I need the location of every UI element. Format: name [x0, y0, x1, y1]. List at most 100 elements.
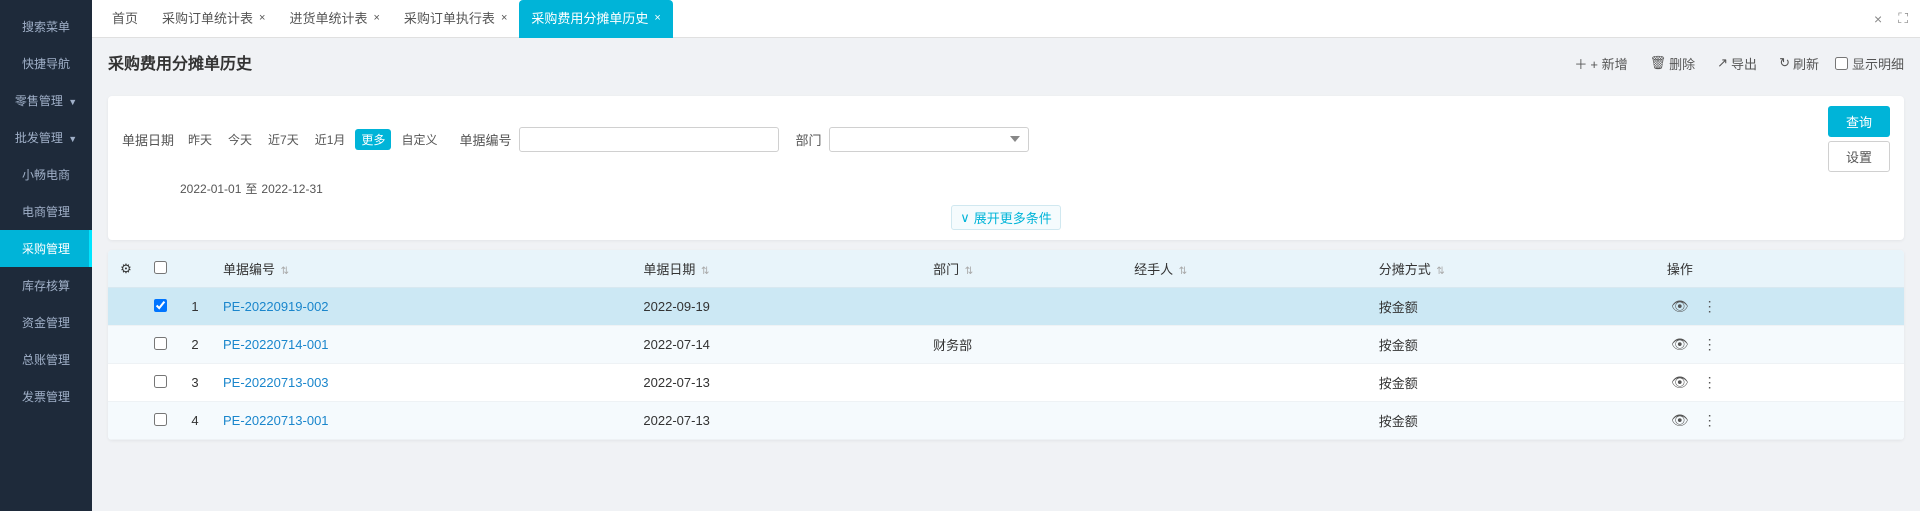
- th-action: 操作: [1657, 250, 1904, 288]
- doc-no-label: 单据编号: [459, 130, 511, 149]
- th-dept-label: 部门: [933, 262, 959, 277]
- tab-home-label: 首页: [112, 8, 138, 27]
- sidebar-item-label: 电商管理: [4, 203, 88, 220]
- search-bar: 单据日期 昨天 今天 近7天 近1月 更多 自定义 单据编号: [108, 96, 1904, 240]
- doc-no-link[interactable]: PE-20220713-001: [223, 413, 329, 428]
- tab-cost-split-label: 采购费用分摊单历史: [531, 8, 648, 27]
- dept-field: 部门 财务部: [795, 127, 1029, 152]
- sidebar-item-wholesale[interactable]: 批发管理 ▼: [0, 119, 92, 156]
- sidebar-item-inventory[interactable]: 库存核算: [0, 267, 92, 304]
- date-btn-yesterday[interactable]: 昨天: [182, 129, 218, 150]
- row-checkbox[interactable]: [154, 375, 167, 388]
- show-detail-checkbox[interactable]: 显示明细: [1835, 54, 1904, 73]
- sort-icon-doc-date[interactable]: ⇅: [701, 266, 709, 277]
- view-action-icon[interactable]: 👁: [1667, 410, 1693, 431]
- tab-po-exec[interactable]: 采购订单执行表 ×: [392, 0, 519, 38]
- tabs-controls: × ⛶: [1870, 8, 1912, 29]
- sidebar-item-purchase[interactable]: 采购管理: [0, 230, 92, 267]
- date-btn-custom[interactable]: 自定义: [395, 129, 443, 150]
- sidebar-item-ledger[interactable]: 总账管理: [0, 341, 92, 378]
- sidebar-item-invoice[interactable]: 发票管理: [0, 378, 92, 415]
- date-btn-7days[interactable]: 近7天: [262, 129, 305, 150]
- show-detail-input[interactable]: [1835, 57, 1848, 70]
- sidebar-item-retail[interactable]: 零售管理 ▼: [0, 82, 92, 119]
- toolbar: ＋ + 新增 🗑 删除 ↗ 导出 ↻ 刷新 显示明细: [1568, 51, 1904, 76]
- cell-index: 4: [177, 402, 213, 440]
- export-button[interactable]: ↗ 导出: [1711, 51, 1763, 76]
- row-checkbox[interactable]: [154, 299, 167, 312]
- sidebar-item-label: 搜索菜单: [4, 18, 88, 35]
- date-range-row: 2022-01-01 至 2022-12-31: [122, 180, 1890, 197]
- more-action-icon[interactable]: ⋮: [1699, 410, 1721, 431]
- cell-doc-date: 2022-07-13: [633, 364, 923, 402]
- sidebar-item-label: 零售管理 ▼: [4, 92, 88, 109]
- cell-split-method: 按金额: [1369, 364, 1657, 402]
- sidebar-item-quick[interactable]: 快捷导航: [0, 45, 92, 82]
- sort-icon-split-method[interactable]: ⇅: [1436, 266, 1444, 277]
- cell-action: 👁 ⋮: [1657, 288, 1904, 326]
- cell-doc-no: PE-20220713-001: [213, 402, 633, 440]
- doc-no-link[interactable]: PE-20220919-002: [223, 299, 329, 314]
- cell-doc-no: PE-20220919-002: [213, 288, 633, 326]
- refresh-button[interactable]: ↻ 刷新: [1773, 51, 1825, 76]
- sort-icon-handler[interactable]: ⇅: [1179, 266, 1187, 277]
- tab-po-summary-close[interactable]: ×: [259, 12, 265, 24]
- cell-doc-date: 2022-09-19: [633, 288, 923, 326]
- tab-close-all-icon[interactable]: ×: [1870, 9, 1886, 29]
- th-doc-no: 单据编号 ⇅: [213, 250, 633, 288]
- cell-index: 3: [177, 364, 213, 402]
- date-btn-1month[interactable]: 近1月: [309, 129, 352, 150]
- sidebar-item-label: 批发管理 ▼: [4, 129, 88, 146]
- delete-button[interactable]: 🗑 删除: [1644, 51, 1702, 76]
- cell-dept: [923, 364, 1124, 402]
- tab-po-summary[interactable]: 采购订单统计表 ×: [150, 0, 277, 38]
- view-action-icon[interactable]: 👁: [1667, 296, 1693, 317]
- tab-cost-split[interactable]: 采购费用分摊单历史 ×: [519, 0, 672, 38]
- row-checkbox[interactable]: [154, 337, 167, 350]
- more-action-icon[interactable]: ⋮: [1699, 334, 1721, 355]
- date-from-value: 2022-01-01: [180, 182, 241, 196]
- select-all-checkbox[interactable]: [154, 261, 167, 274]
- view-action-icon[interactable]: 👁: [1667, 334, 1693, 355]
- cell-checkbox: [144, 326, 177, 364]
- tab-receive-summary[interactable]: 进货单统计表 ×: [277, 0, 391, 38]
- dept-select[interactable]: 财务部: [829, 127, 1029, 152]
- cell-handler: [1124, 288, 1369, 326]
- row-checkbox[interactable]: [154, 413, 167, 426]
- cell-doc-date: 2022-07-14: [633, 326, 923, 364]
- sort-icon-doc-no[interactable]: ⇅: [281, 266, 289, 277]
- date-to-value: 2022-12-31: [261, 182, 322, 196]
- sidebar-item-wechat[interactable]: 小畅电商: [0, 156, 92, 193]
- add-button[interactable]: ＋ + 新增: [1568, 51, 1633, 76]
- date-separator: 至: [245, 180, 257, 197]
- cell-checkbox: [144, 402, 177, 440]
- view-action-icon[interactable]: 👁: [1667, 372, 1693, 393]
- more-action-icon[interactable]: ⋮: [1699, 296, 1721, 317]
- th-handler-label: 经手人: [1134, 262, 1173, 277]
- tab-maximize-icon[interactable]: ⛶: [1894, 8, 1912, 29]
- tab-receive-summary-close[interactable]: ×: [373, 12, 379, 24]
- sort-icon-dept[interactable]: ⇅: [965, 266, 973, 277]
- sidebar-item-finance[interactable]: 资金管理: [0, 304, 92, 341]
- th-settings[interactable]: ⚙: [108, 250, 144, 288]
- date-btn-more[interactable]: 更多: [355, 129, 391, 150]
- cell-gear: [108, 288, 144, 326]
- doc-no-link[interactable]: PE-20220713-003: [223, 375, 329, 390]
- cell-action: 👁 ⋮: [1657, 402, 1904, 440]
- tab-home[interactable]: 首页: [100, 0, 150, 38]
- sidebar-item-search[interactable]: 搜索菜单: [0, 8, 92, 45]
- setting-button[interactable]: 设置: [1828, 141, 1890, 172]
- records-table: ⚙ 单据编号 ⇅ 单据日期 ⇅: [108, 250, 1904, 440]
- more-action-icon[interactable]: ⋮: [1699, 372, 1721, 393]
- page-title: 采购费用分摊单历史: [108, 50, 252, 74]
- expand-button[interactable]: ∨ 展开更多条件: [951, 205, 1061, 230]
- doc-no-input[interactable]: [519, 127, 779, 152]
- query-button[interactable]: 查询: [1828, 106, 1890, 137]
- sidebar-item-ecommerce[interactable]: 电商管理: [0, 193, 92, 230]
- search-row-1: 单据日期 昨天 今天 近7天 近1月 更多 自定义 单据编号: [122, 106, 1890, 172]
- export-icon: ↗: [1717, 55, 1728, 71]
- date-btn-today[interactable]: 今天: [222, 129, 258, 150]
- tab-po-exec-close[interactable]: ×: [501, 12, 507, 24]
- doc-no-link[interactable]: PE-20220714-001: [223, 337, 329, 352]
- tab-cost-split-close[interactable]: ×: [654, 12, 660, 24]
